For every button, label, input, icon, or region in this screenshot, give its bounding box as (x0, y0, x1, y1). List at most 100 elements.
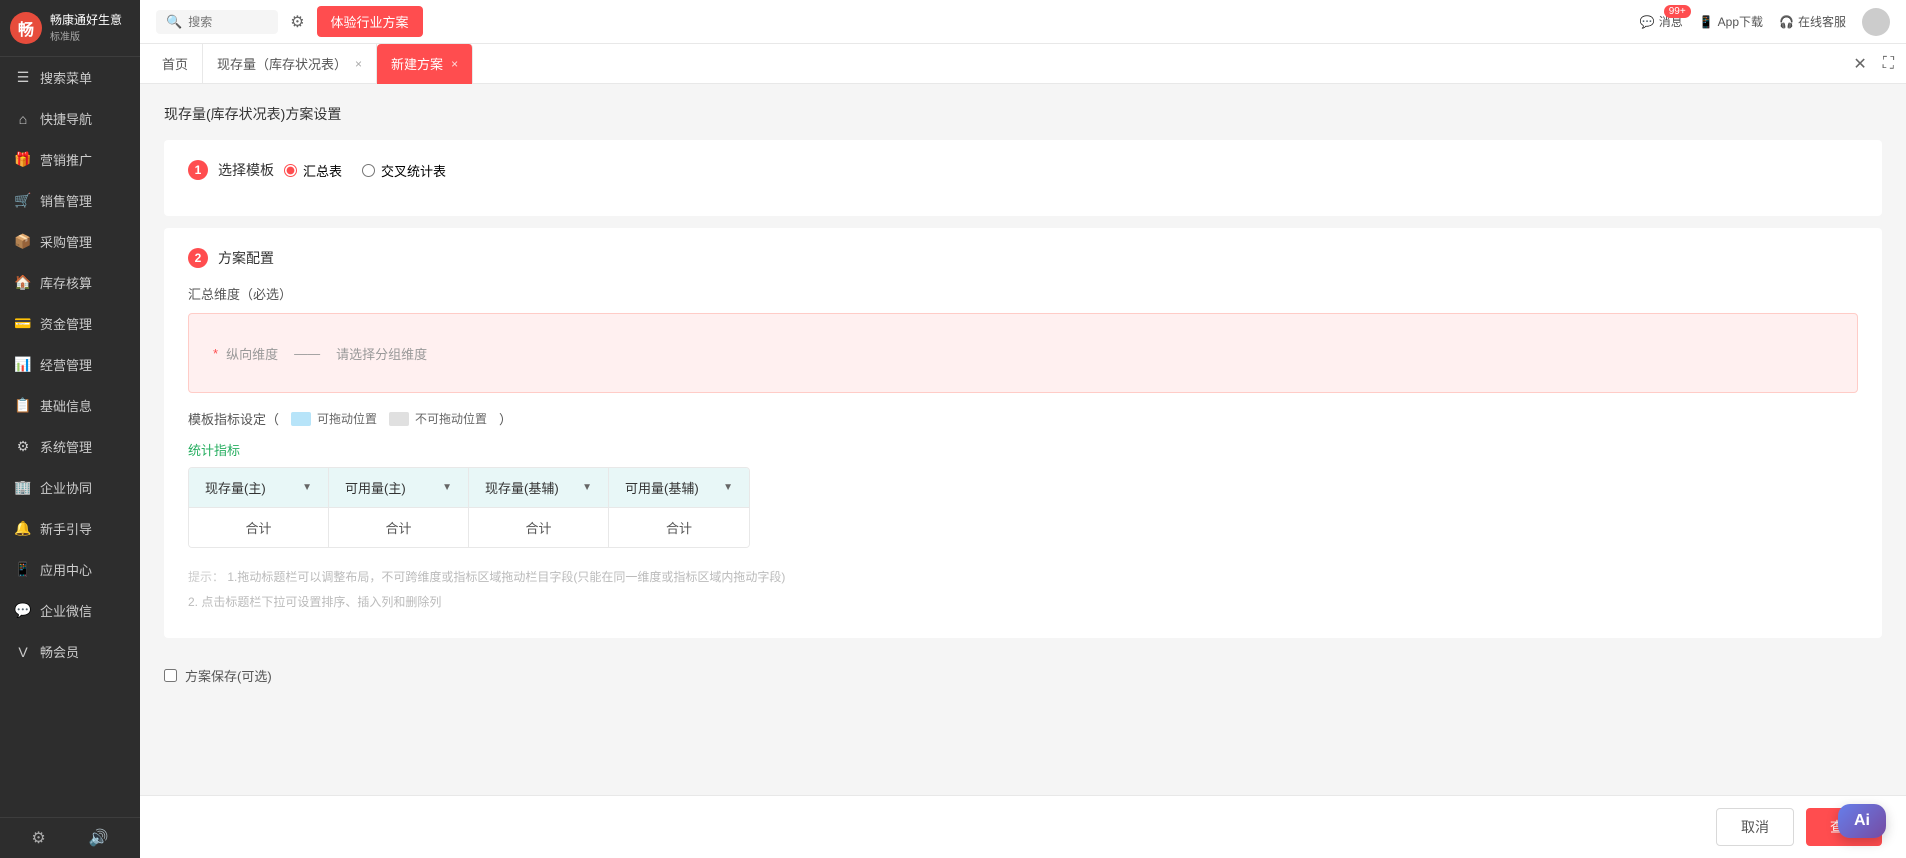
sidebar-item-basic-info[interactable]: 📋 基础信息 (0, 385, 140, 426)
legend-draggable-box (291, 412, 311, 426)
app-center-label: 应用中心 (40, 560, 92, 579)
header-col-2[interactable]: 现存量(基辅)▼ (469, 468, 609, 507)
radio-summary[interactable]: 汇总表 (284, 161, 342, 180)
table-row: 合计合计合计合计 (189, 507, 749, 547)
app-download-item[interactable]: 📱 App下载 (1699, 13, 1763, 30)
tab-new-plan-label: 新建方案 (391, 54, 443, 73)
ai-label: Ai (1854, 812, 1870, 830)
message-icon: 💬 (1640, 15, 1655, 29)
save-checkbox[interactable] (164, 669, 177, 682)
headset-icon: 🎧 (1779, 15, 1794, 29)
search-icon: 🔍 (166, 14, 182, 30)
tabs-bar: 首页 现存量（库存状况表） × 新建方案 × ✕ ⛶ (140, 44, 1906, 84)
operations-icon: 📊 (14, 356, 32, 374)
tab-home[interactable]: 首页 (148, 44, 203, 84)
summary-dim-label: 汇总维度（必选） (188, 284, 1858, 303)
sidebar-item-enterprise[interactable]: 🏢 企业协同 (0, 467, 140, 508)
member-icon: V (14, 643, 32, 661)
header-col-3[interactable]: 可用量(基辅)▼ (609, 468, 749, 507)
search-menu-label: 搜索菜单 (40, 68, 92, 87)
col-label-0: 现存量(主) (205, 478, 266, 497)
finance-label: 资金管理 (40, 314, 92, 333)
tab-inventory-close[interactable]: × (355, 57, 362, 71)
sales-mgmt-label: 销售管理 (40, 191, 92, 210)
quick-nav-icon: ⌂ (14, 110, 32, 128)
search-box[interactable]: 🔍 (156, 10, 278, 34)
sidebar-item-purchase-mgmt[interactable]: 📦 采购管理 (0, 221, 140, 262)
cancel-button[interactable]: 取消 (1716, 808, 1794, 846)
legend-not-draggable-box (389, 412, 409, 426)
sidebar-item-wechat[interactable]: 💬 企业微信 (0, 590, 140, 631)
header-settings-icon[interactable]: ⚙ (290, 12, 304, 32)
body-cell-0: 合计 (189, 508, 329, 547)
sidebar-item-quick-nav[interactable]: ⌂ 快捷导航 (0, 98, 140, 139)
col-arrow-2: ▼ (582, 482, 592, 493)
enterprise-label: 企业协同 (40, 478, 92, 497)
tab-home-label: 首页 (162, 54, 188, 73)
user-avatar[interactable] (1862, 8, 1890, 36)
radio-summary-input[interactable] (284, 164, 297, 177)
new-guide-label: 新手引导 (40, 519, 92, 538)
legend-not-draggable-label: 不可拖动位置 (415, 410, 487, 427)
wechat-icon: 💬 (14, 602, 32, 620)
sidebar-item-system-mgmt[interactable]: ⚙ 系统管理 (0, 426, 140, 467)
tip-label: 提示： (188, 570, 224, 584)
header-right: 💬 消息 99+ 📱 App下载 🎧 在线客服 (1640, 8, 1890, 36)
sidebar-item-new-guide[interactable]: 🔔 新手引导 (0, 508, 140, 549)
close-tab-button[interactable]: ✕ (1849, 50, 1870, 78)
finance-icon: 💳 (14, 315, 32, 333)
system-mgmt-icon: ⚙ (14, 438, 32, 456)
template-radio-group: 汇总表 交叉统计表 (284, 161, 446, 180)
dim-name: 纵向维度 (226, 344, 278, 363)
dim-required-mark: * (213, 346, 218, 361)
tab-new-plan[interactable]: 新建方案 × (377, 44, 473, 84)
sidebar-item-marketing[interactable]: 🎁 营销推广 (0, 139, 140, 180)
tab-inventory-status[interactable]: 现存量（库存状况表） × (203, 44, 377, 84)
col-arrow-3: ▼ (723, 482, 733, 493)
sidebar-item-app-center[interactable]: 📱 应用中心 (0, 549, 140, 590)
col-arrow-1: ▼ (442, 482, 452, 493)
sidebar-item-sales-mgmt[interactable]: 🛒 销售管理 (0, 180, 140, 221)
step1-section: 1 选择模板 汇总表 交叉统计表 (164, 140, 1882, 216)
messages-item[interactable]: 💬 消息 99+ (1640, 13, 1683, 30)
marketing-label: 营销推广 (40, 150, 92, 169)
sound-bottom-icon[interactable]: 🔊 (89, 828, 109, 848)
header-col-0[interactable]: 现存量(主) ▼ (189, 468, 329, 507)
step2-title: 方案配置 (218, 248, 274, 268)
sidebar-item-inventory[interactable]: 🏠 库存核算 (0, 262, 140, 303)
step1-header: 1 选择模板 汇总表 交叉统计表 (188, 160, 1858, 180)
system-mgmt-label: 系统管理 (40, 437, 92, 456)
dim-dash: —— (294, 346, 320, 361)
sidebar-item-operations[interactable]: 📊 经营管理 (0, 344, 140, 385)
expand-tab-button[interactable]: ⛶ (1879, 51, 1898, 77)
legend-not-draggable: 不可拖动位置 (389, 410, 487, 427)
settings-bottom-icon[interactable]: ⚙ (31, 828, 45, 848)
step2-badge: 2 (188, 248, 208, 268)
trial-button[interactable]: 体验行业方案 (317, 6, 423, 37)
step2-section: 2 方案配置 汇总维度（必选） * 纵向维度 —— 请选择分组维度 模板指标设定… (164, 228, 1882, 638)
body-cell-2: 合计 (469, 508, 609, 547)
sidebar-nav: ☰ 搜索菜单 ⌂ 快捷导航 🎁 营销推广 🛒 销售管理 📦 采购管理 🏠 库存核… (0, 57, 140, 817)
ai-float-button[interactable]: Ai (1838, 804, 1886, 838)
app-center-icon: 📱 (14, 561, 32, 579)
tip2-text: 2. 点击标题栏下拉可设置排序、插入列和删除列 (188, 595, 441, 609)
search-menu-icon: ☰ (14, 69, 32, 87)
tip2: 2. 点击标题栏下拉可设置排序、插入列和删除列 (188, 593, 1858, 612)
sidebar-item-member[interactable]: V 畅会员 (0, 631, 140, 672)
indicator-label-text: 模板指标设定（ (188, 409, 279, 428)
dimension-area[interactable]: * 纵向维度 —— 请选择分组维度 (188, 313, 1858, 393)
search-input[interactable] (188, 15, 268, 29)
radio-crosstab-input[interactable] (362, 164, 375, 177)
col-arrow-0: ▼ (302, 482, 312, 493)
sidebar-item-finance[interactable]: 💳 资金管理 (0, 303, 140, 344)
online-service-item[interactable]: 🎧 在线客服 (1779, 13, 1846, 30)
messages-badge: 99+ (1664, 5, 1691, 18)
tab-new-plan-close[interactable]: × (451, 57, 458, 71)
tip1-text: 1.拖动标题栏可以调整布局，不可跨维度或指标区域拖动栏目字段(只能在同一维度或指… (227, 570, 785, 584)
stats-table: 现存量(主)▼可用量(主)▼现存量(基辅)▼可用量(基辅)▼ 合计合计合计合计 (188, 467, 750, 548)
header-col-1[interactable]: 可用量(主)▼ (329, 468, 469, 507)
app-version: 标准版 (50, 28, 122, 43)
sidebar-item-search-menu[interactable]: ☰ 搜索菜单 (0, 57, 140, 98)
radio-crosstab[interactable]: 交叉统计表 (362, 161, 446, 180)
member-label: 畅会员 (40, 642, 79, 661)
